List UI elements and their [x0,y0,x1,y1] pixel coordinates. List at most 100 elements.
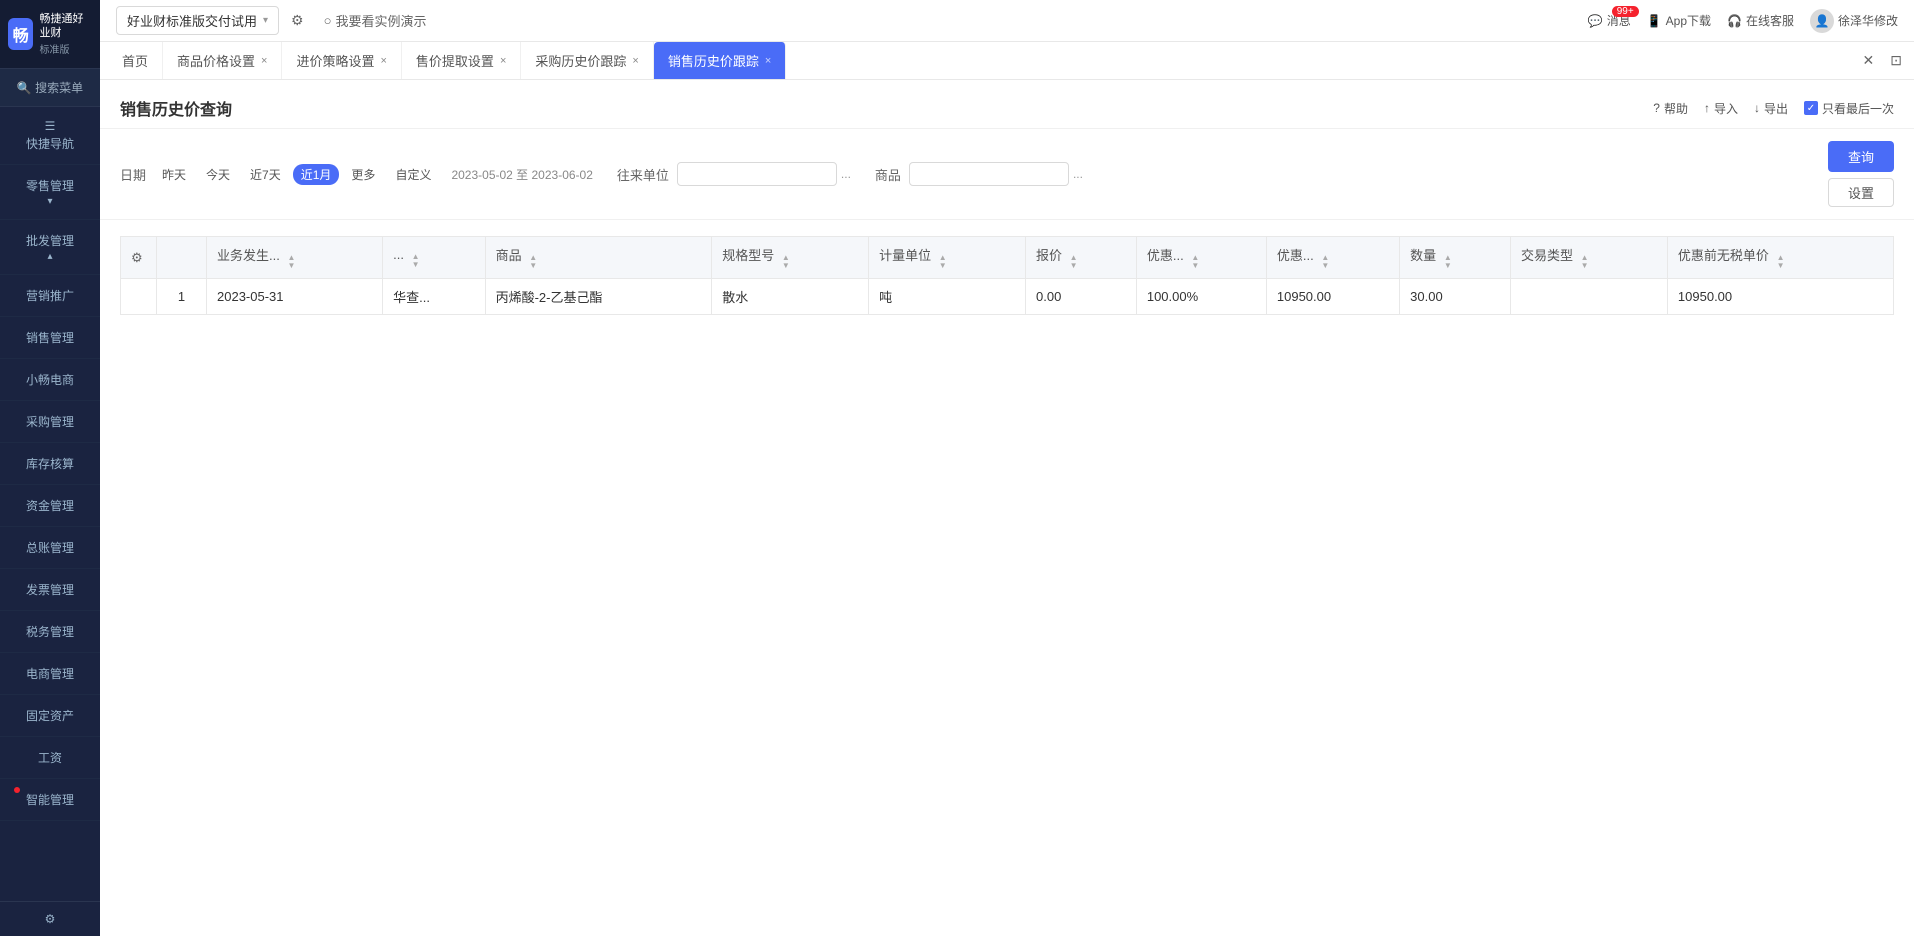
tabbar-controls: ✕ ⊡ [1859,48,1906,73]
supplier-more-button[interactable]: ... [841,167,851,181]
date-pills: 昨天 今天 近7天 近1月 更多 自定义 [154,164,439,185]
sidebar-item-sales[interactable]: 销售管理 [0,317,100,359]
sidebar-item-wholesale[interactable]: 批发管理 ▴ [0,220,100,275]
tab-close-icon[interactable]: × [500,55,506,67]
import-button[interactable]: ↑ 导入 [1704,100,1738,117]
sort-icon: ▲▼ [1444,254,1452,270]
col-extra1[interactable]: ... ▲▼ [383,237,485,279]
expand-icon: ▾ [47,196,52,207]
sidebar-search[interactable]: 🔍 搜索菜单 [0,69,100,107]
cell-discount2: 10950.00 [1266,279,1399,315]
sidebar-logo: 畅 畅捷通好业财 标准版 [0,0,100,69]
row-settings [121,279,157,315]
app-download-button[interactable]: 📱 App下载 [1647,12,1711,29]
col-product[interactable]: 商品 ▲▼ [485,237,712,279]
avatar: 👤 [1810,9,1834,33]
table-container: ⚙ 业务发生... ▲▼ ... ▲▼ 商品 ▲▼ [100,236,1914,335]
tab-close-icon[interactable]: × [380,55,386,67]
date-pill-today[interactable]: 今天 [198,164,238,185]
cell-discount1: 100.00% [1136,279,1266,315]
tab-home[interactable]: 首页 [108,42,163,80]
help-icon: ? [1653,101,1660,115]
col-settings[interactable]: ⚙ [121,237,157,279]
col-unit[interactable]: 计量单位 ▲▼ [869,237,1026,279]
sidebar-item-finance[interactable]: 资金管理 [0,485,100,527]
page-title: 销售历史价查询 [120,96,232,120]
sort-icon: ▲▼ [412,253,420,269]
user-menu[interactable]: 👤 徐泽华修改 [1810,9,1898,33]
col-discount2[interactable]: 优惠... ▲▼ [1266,237,1399,279]
col-trade-type[interactable]: 交易类型 ▲▼ [1511,237,1668,279]
sidebar-item-purchase[interactable]: 采购管理 [0,401,100,443]
sort-icon: ▲▼ [529,254,537,270]
sidebar-item-quick-nav[interactable]: ☰ 快捷导航 [0,107,100,165]
sidebar-item-invoice[interactable]: 发票管理 [0,569,100,611]
app-icon: 📱 [1647,14,1662,28]
page-content: 销售历史价查询 ? 帮助 ↑ 导入 ↓ 导出 只看最后一次 [100,80,1914,936]
sort-icon: ▲▼ [782,254,790,270]
sidebar-item-payroll[interactable]: 工资 [0,737,100,779]
product-input[interactable] [909,162,1069,186]
date-filter-group: 日期 昨天 今天 近7天 近1月 更多 自定义 2023-05-02 至 202… [120,164,593,185]
col-date[interactable]: 业务发生... ▲▼ [207,237,383,279]
topbar-settings-icon[interactable]: ⚙ [291,12,304,29]
sidebar-item-ledger[interactable]: 总账管理 [0,527,100,569]
date-pill-7days[interactable]: 近7天 [242,164,289,185]
topbar: 好业财标准版交付试用 ▾ ⚙ ○ 我要看实例演示 💬 消息 99+ 📱 App下… [100,0,1914,42]
cell-unit: 吨 [869,279,1026,315]
sidebar-item-marketing[interactable]: 营销推广 [0,275,100,317]
cell-price: 0.00 [1026,279,1137,315]
col-spec[interactable]: 规格型号 ▲▼ [712,237,869,279]
supplier-input[interactable] [677,162,837,186]
col-pretax-price[interactable]: 优惠前无税单价 ▲▼ [1667,237,1893,279]
sort-icon: ▲▼ [1321,254,1329,270]
sort-icon: ▲▼ [1581,254,1589,270]
sidebar-item-inventory[interactable]: 库存核算 [0,443,100,485]
tab-price-extract[interactable]: 售价提取设置 × [402,42,521,80]
table-settings-icon[interactable]: ⚙ [131,250,143,265]
date-pill-1month[interactable]: 近1月 [293,164,340,185]
sidebar-item-tax[interactable]: 税务管理 [0,611,100,653]
sidebar-item-ecommerce[interactable]: 电商管理 [0,653,100,695]
app-version: 标准版 [39,41,92,56]
sidebar-item-retail[interactable]: 零售管理 ▾ [0,165,100,220]
product-filter-group: 商品 ... [875,162,1083,186]
close-tab-icon[interactable]: ✕ [1859,48,1879,73]
messages-button[interactable]: 💬 消息 99+ [1588,12,1631,29]
tab-purchase-strategy[interactable]: 进价策略设置 × [282,42,401,80]
help-button[interactable]: ? 帮助 [1653,100,1688,117]
page-actions: ? 帮助 ↑ 导入 ↓ 导出 只看最后一次 [1653,100,1894,117]
main-area: 好业财标准版交付试用 ▾ ⚙ ○ 我要看实例演示 💬 消息 99+ 📱 App下… [100,0,1914,936]
sidebar-item-smart[interactable]: 智能管理 [0,779,100,821]
tab-close-icon[interactable]: × [765,55,771,67]
tab-sales-history[interactable]: 销售历史价跟踪 × [654,42,786,80]
tab-product-price[interactable]: 商品价格设置 × [163,42,282,80]
sidebar-item-ecommerce-small[interactable]: 小畅电商 [0,359,100,401]
notification-dot [14,787,20,793]
sidebar-item-fixed-assets[interactable]: 固定资产 [0,695,100,737]
date-pill-yesterday[interactable]: 昨天 [154,164,194,185]
demo-button[interactable]: ○ 我要看实例演示 [324,11,427,30]
settings-button[interactable]: 设置 [1828,178,1894,207]
export-icon: ↓ [1754,101,1760,115]
app-name: 畅捷通好业财 [39,12,92,41]
date-pill-custom[interactable]: 自定义 [387,164,439,185]
export-button[interactable]: ↓ 导出 [1754,100,1788,117]
only-last-checkbox[interactable]: 只看最后一次 [1804,100,1894,117]
sidebar-settings-button[interactable]: ⚙ [0,901,100,936]
online-service-button[interactable]: 🎧 在线客服 [1727,12,1794,29]
maximize-icon[interactable]: ⊡ [1886,48,1906,73]
version-selector[interactable]: 好业财标准版交付试用 ▾ [116,6,279,35]
date-pill-more[interactable]: 更多 [343,164,383,185]
tab-purchase-history[interactable]: 采购历史价跟踪 × [521,42,653,80]
col-discount1[interactable]: 优惠... ▲▼ [1136,237,1266,279]
tab-close-icon[interactable]: × [632,55,638,67]
col-qty[interactable]: 数量 ▲▼ [1400,237,1511,279]
quick-nav-icon: ☰ [45,119,56,133]
cell-trade-type [1511,279,1668,315]
product-more-button[interactable]: ... [1073,167,1083,181]
query-button[interactable]: 查询 [1828,141,1894,172]
table-body: 1 2023-05-31 华查... 丙烯酸-2-乙基己酯 散水 吨 0.00 … [121,279,1894,315]
col-price[interactable]: 报价 ▲▼ [1026,237,1137,279]
tab-close-icon[interactable]: × [261,55,267,67]
